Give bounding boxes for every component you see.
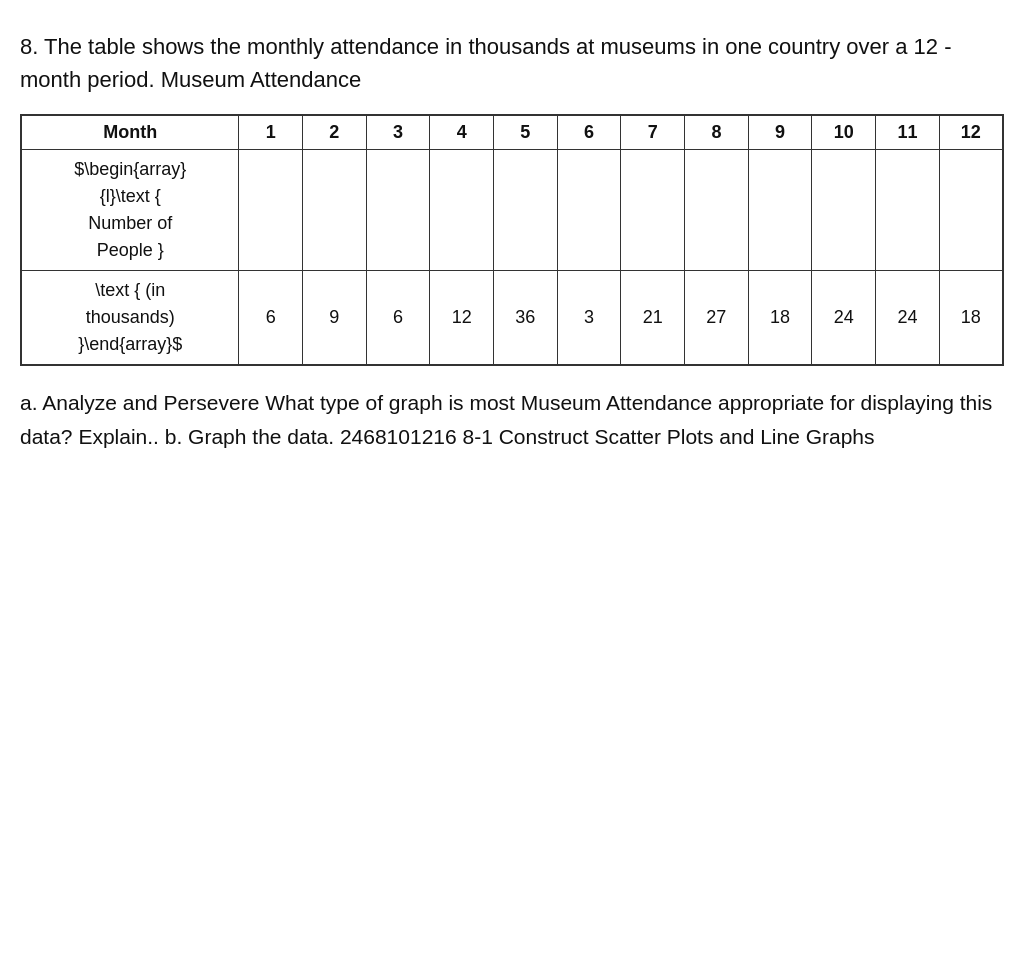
row1-val-1 xyxy=(239,150,303,271)
month-5-header: 5 xyxy=(494,115,558,150)
month-7-header: 7 xyxy=(621,115,685,150)
table-header-row: Month 1 2 3 4 5 6 7 8 9 10 11 12 xyxy=(21,115,1003,150)
val-11: 24 xyxy=(876,271,940,366)
month-2-header: 2 xyxy=(303,115,367,150)
month-10-header: 10 xyxy=(812,115,876,150)
row1-val-4 xyxy=(430,150,494,271)
val-3: 6 xyxy=(366,271,430,366)
month-header: Month xyxy=(21,115,239,150)
month-4-header: 4 xyxy=(430,115,494,150)
month-12-header: 12 xyxy=(939,115,1003,150)
val-5: 36 xyxy=(494,271,558,366)
val-1: 6 xyxy=(239,271,303,366)
row2-label: \text { (inthousands)}\end{array}$ xyxy=(21,271,239,366)
row1-val-8 xyxy=(685,150,749,271)
row1-val-6 xyxy=(557,150,621,271)
problem-intro: 8. The table shows the monthly attendanc… xyxy=(20,30,1004,96)
row-label-top: $\begin{array}{l}\text {Number ofPeople … xyxy=(21,150,1003,271)
month-6-header: 6 xyxy=(557,115,621,150)
row1-val-3 xyxy=(366,150,430,271)
row1-val-5 xyxy=(494,150,558,271)
val-9: 18 xyxy=(748,271,812,366)
answer-text: a. Analyze and Persevere What type of gr… xyxy=(20,386,1004,453)
problem-container: 8. The table shows the monthly attendanc… xyxy=(20,30,1004,453)
month-11-header: 11 xyxy=(876,115,940,150)
row1-val-2 xyxy=(303,150,367,271)
val-8: 27 xyxy=(685,271,749,366)
row1-val-7 xyxy=(621,150,685,271)
val-2: 9 xyxy=(303,271,367,366)
month-1-header: 1 xyxy=(239,115,303,150)
val-12: 18 xyxy=(939,271,1003,366)
row1-val-9 xyxy=(748,150,812,271)
month-3-header: 3 xyxy=(366,115,430,150)
month-8-header: 8 xyxy=(685,115,749,150)
row-data: \text { (inthousands)}\end{array}$ 6 9 6… xyxy=(21,271,1003,366)
row1-label: $\begin{array}{l}\text {Number ofPeople … xyxy=(21,150,239,271)
row1-val-10 xyxy=(812,150,876,271)
val-4: 12 xyxy=(430,271,494,366)
val-6: 3 xyxy=(557,271,621,366)
row1-val-12 xyxy=(939,150,1003,271)
val-10: 24 xyxy=(812,271,876,366)
month-9-header: 9 xyxy=(748,115,812,150)
museum-attendance-table: Month 1 2 3 4 5 6 7 8 9 10 11 12 $\begin… xyxy=(20,114,1004,366)
val-7: 21 xyxy=(621,271,685,366)
row1-val-11 xyxy=(876,150,940,271)
